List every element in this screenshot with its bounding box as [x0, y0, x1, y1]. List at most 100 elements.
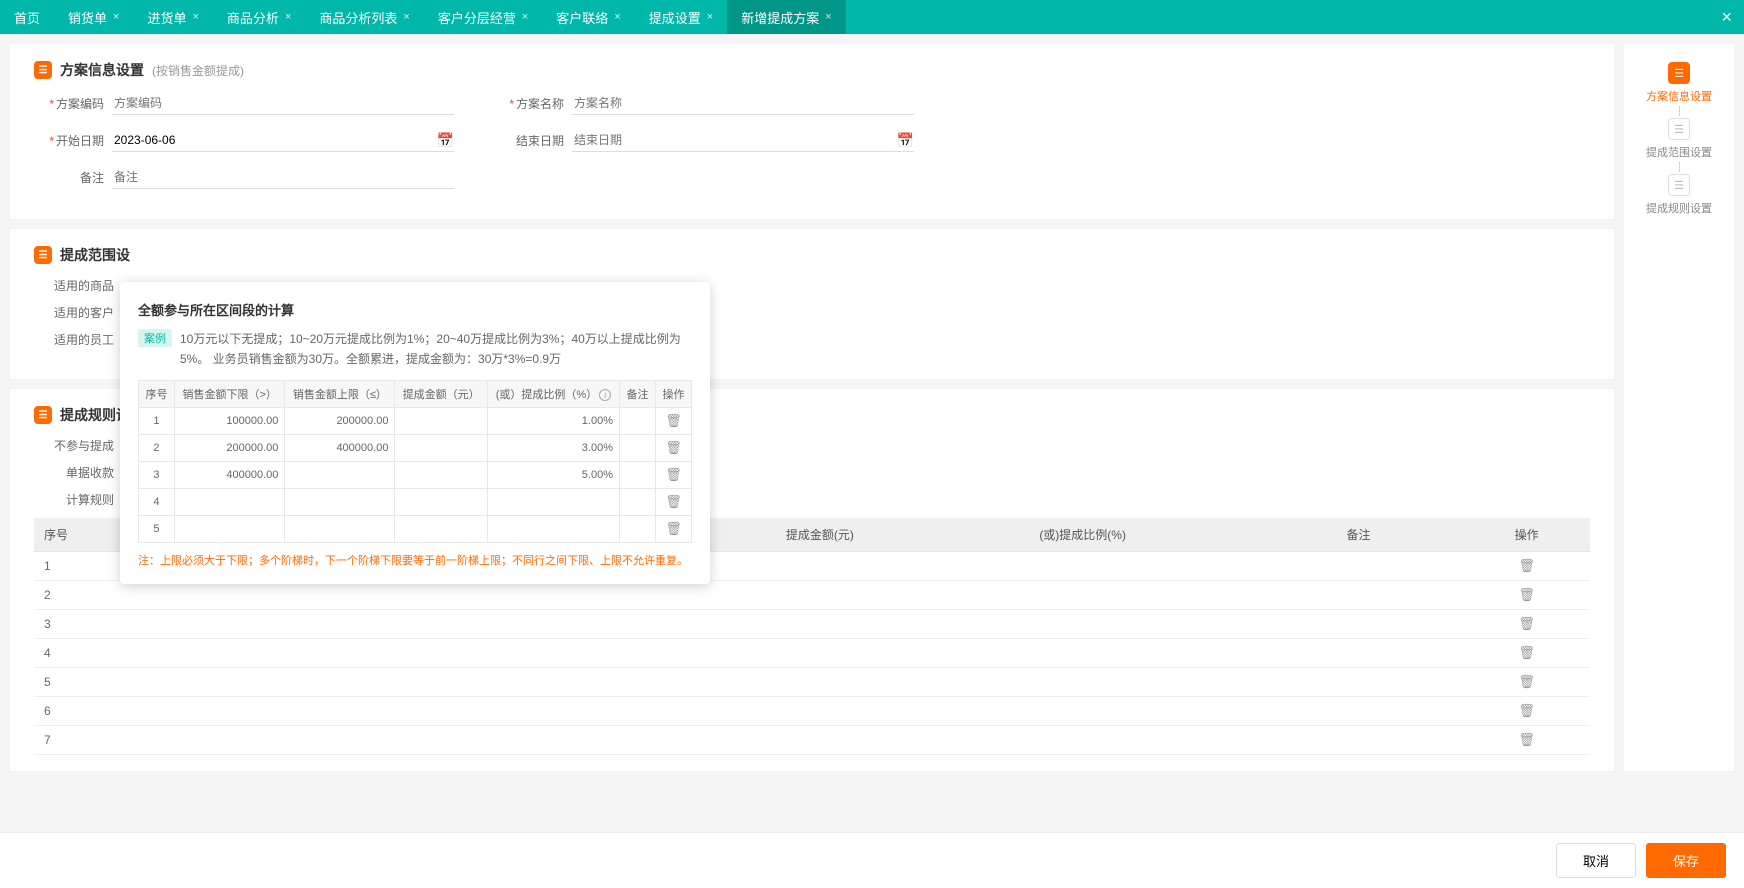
- cell-amt: [395, 488, 488, 515]
- cell-idx: 3: [139, 461, 175, 488]
- tab-客户分层经营[interactable]: 客户分层经营×: [424, 0, 542, 34]
- cell-pct: 5.00%: [487, 461, 619, 488]
- cell-idx: 5: [139, 515, 175, 542]
- tab-close-icon[interactable]: ×: [192, 11, 198, 23]
- col-header: 销售金额上限（≤）: [285, 380, 395, 407]
- tab-close-icon[interactable]: ×: [707, 11, 713, 23]
- tab-label: 进货单: [147, 8, 186, 27]
- start-date-input[interactable]: [112, 129, 437, 151]
- col-header: 操作: [655, 380, 691, 407]
- anchor-nav: ☰方案信息设置☰提成范围设置☰提成规则设置: [1624, 44, 1734, 771]
- tab-close-icon[interactable]: ×: [825, 11, 831, 23]
- table-row: 4🗑: [139, 488, 692, 515]
- tab-新增提成方案[interactable]: 新增提成方案×: [727, 0, 845, 34]
- tab-商品分析列表[interactable]: 商品分析列表 ×: [305, 0, 423, 34]
- table-row[interactable]: 2🗑: [34, 581, 1590, 610]
- close-all-icon[interactable]: ×: [1721, 7, 1732, 28]
- anchor-icon: ☰: [1668, 174, 1690, 196]
- cell-note: [620, 488, 656, 515]
- tab-label: 客户联络: [556, 8, 608, 27]
- delete-icon[interactable]: 🗑: [1518, 616, 1535, 631]
- cell-pct: 3.00%: [487, 434, 619, 461]
- col-header: (或)提成比例(%): [1029, 518, 1336, 552]
- save-button[interactable]: 保存: [1646, 843, 1726, 878]
- tab-客户联络[interactable]: 客户联络 ×: [542, 0, 634, 34]
- exclude-label: 不参与提成: [34, 437, 114, 454]
- name-input[interactable]: [572, 92, 914, 115]
- table-row[interactable]: 3🗑: [34, 610, 1590, 639]
- delete-icon[interactable]: 🗑: [1518, 587, 1535, 602]
- section-icon: ☰: [34, 406, 52, 424]
- tab-label: 商品分析列表: [319, 8, 397, 27]
- collect-label: 单据收款: [34, 464, 114, 481]
- popup-note: 注：上限必须大于下限；多个阶梯时，下一个阶梯下限要等于前一阶梯上限；不同行之间下…: [138, 553, 692, 571]
- cell-idx: 3: [34, 610, 161, 639]
- delete-icon[interactable]: 🗑: [665, 440, 682, 455]
- tab-提成设置[interactable]: 提成设置×: [635, 0, 727, 34]
- anchor-label: 提成规则设置: [1646, 200, 1712, 216]
- delete-icon[interactable]: 🗑: [1518, 674, 1535, 689]
- cell-note: [620, 461, 656, 488]
- tab-进货单[interactable]: 进货单 ×: [133, 0, 212, 34]
- table-row[interactable]: 5🗑: [34, 668, 1590, 697]
- cell-high: 200000.00: [285, 407, 395, 434]
- anchor-提成范围设置[interactable]: ☰提成范围设置: [1646, 118, 1712, 160]
- cell-low: 100000.00: [174, 407, 284, 434]
- tab-close-icon[interactable]: ×: [614, 11, 620, 23]
- example-text: 10万元以下无提成；10~20万元提成比例为1%；20~40万提成比例为3%；4…: [180, 329, 692, 370]
- table-row[interactable]: 4🗑: [34, 639, 1590, 668]
- table-row: 5🗑: [139, 515, 692, 542]
- tab-close-icon[interactable]: ×: [403, 11, 409, 23]
- cell-amt: [395, 407, 488, 434]
- calendar-icon[interactable]: 📅: [897, 132, 914, 149]
- delete-icon[interactable]: 🗑: [665, 494, 682, 509]
- anchor-label: 提成范围设置: [1646, 144, 1712, 160]
- cell-idx: 2: [34, 581, 161, 610]
- col-header: (或）提成比例（%）i: [487, 380, 619, 407]
- calendar-icon[interactable]: 📅: [437, 132, 454, 149]
- delete-icon[interactable]: 🗑: [665, 413, 682, 428]
- delete-icon[interactable]: 🗑: [1518, 732, 1535, 747]
- delete-icon[interactable]: 🗑: [665, 521, 682, 536]
- code-input[interactable]: [112, 92, 454, 115]
- section-icon: ☰: [34, 61, 52, 79]
- tab-close-icon[interactable]: ×: [522, 11, 528, 23]
- cell-pct: [487, 515, 619, 542]
- table-row: 1100000.00200000.001.00%🗑: [139, 407, 692, 434]
- delete-icon[interactable]: 🗑: [665, 467, 682, 482]
- delete-icon[interactable]: 🗑: [1518, 703, 1535, 718]
- tooltip-popup: 全额参与所在区间段的计算 案例 10万元以下无提成；10~20万元提成比例为1%…: [120, 282, 710, 584]
- tab-close-icon[interactable]: ×: [285, 11, 291, 23]
- cancel-button[interactable]: 取消: [1556, 843, 1636, 878]
- table-row[interactable]: 7🗑: [34, 726, 1590, 755]
- end-label: 结束日期: [494, 132, 564, 149]
- tab-bar: 首页销货单×进货单×商品分析×商品分析列表×客户分层经营×客户联络×提成设置×新…: [0, 0, 1744, 34]
- footer-bar: 取消 保存: [0, 832, 1744, 888]
- name-label: *方案名称: [494, 95, 564, 112]
- cell-high: 400000.00: [285, 434, 395, 461]
- table-row[interactable]: 6🗑: [34, 697, 1590, 726]
- cell-idx: 4: [34, 639, 161, 668]
- popup-title: 全额参与所在区间段的计算: [138, 300, 692, 319]
- tab-首页[interactable]: 首页: [0, 0, 54, 34]
- delete-icon[interactable]: 🗑: [1518, 558, 1535, 573]
- scope-customer: 适用的客户: [34, 304, 114, 321]
- col-header: 备注: [620, 380, 656, 407]
- delete-icon[interactable]: 🗑: [1518, 645, 1535, 660]
- tab-销货单[interactable]: 销货单×: [54, 0, 133, 34]
- code-label: *方案编码: [34, 95, 104, 112]
- anchor-提成规则设置[interactable]: ☰ 提成规则设置: [1646, 174, 1712, 216]
- anchor-icon: ☰: [1668, 62, 1690, 84]
- remark-input[interactable]: [112, 166, 454, 189]
- table-row: 3400000.005.00%🗑: [139, 461, 692, 488]
- info-icon[interactable]: i: [599, 389, 611, 401]
- end-date-input[interactable]: [572, 129, 897, 151]
- panel-plan-info: ☰ 方案信息设置 (按销售金额提成) *方案编码 *方案名称 *开始日期: [10, 44, 1614, 219]
- cell-amt: [395, 434, 488, 461]
- tab-商品分析[interactable]: 商品分析×: [213, 0, 305, 34]
- col-header: 备注: [1336, 518, 1463, 552]
- anchor-方案信息设置[interactable]: ☰方案信息设置: [1646, 62, 1712, 104]
- tab-close-icon[interactable]: ×: [113, 11, 119, 23]
- example-tag: 案例: [138, 329, 172, 347]
- col-header: 销售金额下限（>）: [174, 380, 284, 407]
